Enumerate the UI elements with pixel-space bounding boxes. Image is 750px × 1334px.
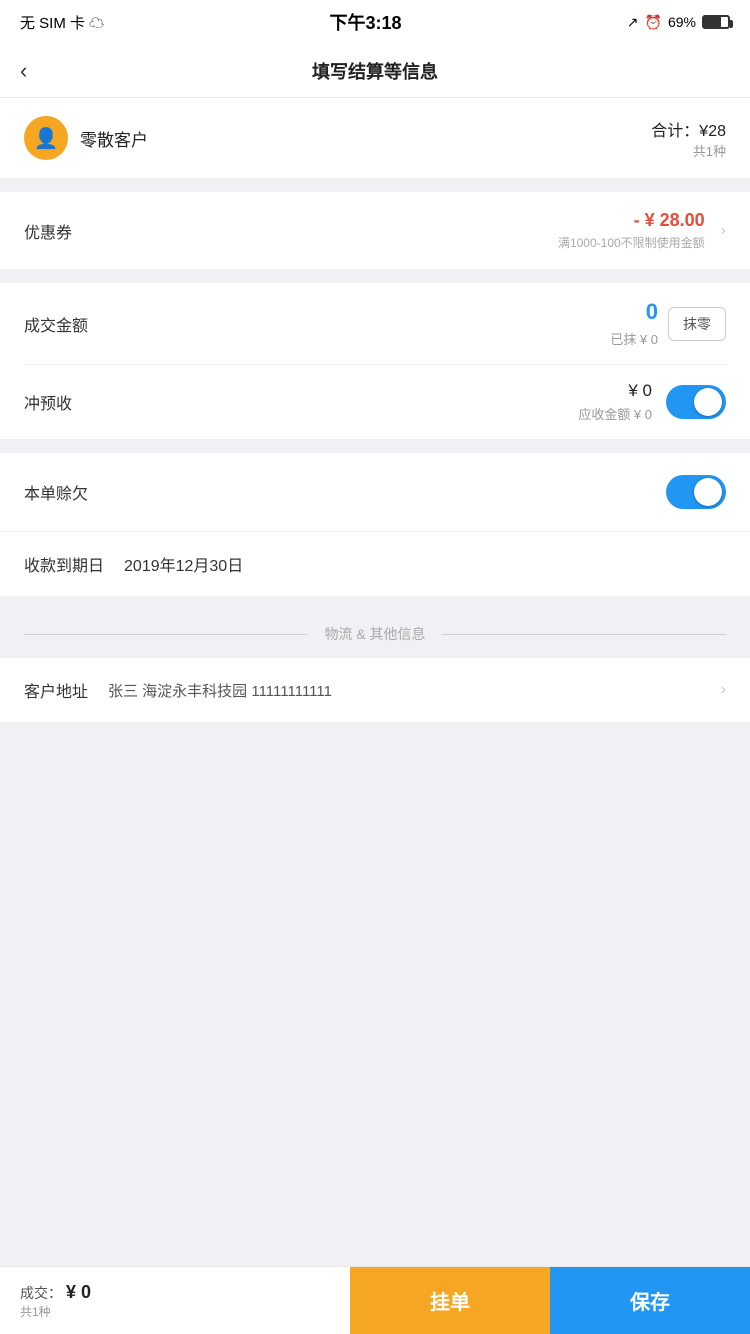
battery-label: 69% [668, 14, 696, 30]
coupon-right: - ¥ 28.00 满1000-100不限制使用金额 › [558, 210, 726, 251]
prepay-label: 冲预收 [24, 390, 72, 414]
coupon-label: 优惠券 [24, 219, 72, 243]
pending-button[interactable]: 挂单 [350, 1267, 550, 1334]
customer-info: 👤 零散客户 [24, 116, 148, 160]
divider-line-left [24, 634, 308, 635]
section-gap-4 [0, 596, 750, 610]
transaction-label: 成交金额 [24, 312, 88, 336]
bottom-spacer [0, 722, 750, 802]
coupon-discount: - ¥ 28.00 [634, 210, 705, 231]
toggle-knob [694, 388, 722, 416]
back-button[interactable]: ‹ [20, 58, 27, 84]
summary-count: 共1种 [20, 1303, 330, 1320]
address-label: 客户地址 [24, 678, 88, 702]
transaction-amount-row: 成交金额 0 已抹 ¥ 0 抹零 [24, 283, 726, 364]
address-chevron-icon: › [721, 681, 726, 699]
divider-line-right [442, 634, 726, 635]
due-label: 收款到期日 [24, 552, 104, 576]
summary-amount-row: 成交： ¥ 0 [20, 1282, 330, 1303]
sim-label: 无 SIM 卡 ☁ [20, 12, 104, 33]
prepay-row: 冲预收 ¥ 0 应收金额 ¥ 0 [24, 364, 726, 439]
alarm-icon: ⏰ [645, 14, 662, 31]
rounded-label: 已抹 ¥ 0 [610, 329, 658, 348]
location-icon: ↗ [627, 14, 639, 31]
transaction-right: 0 已抹 ¥ 0 抹零 [610, 299, 726, 348]
debt-toggle-knob [694, 478, 722, 506]
avatar-icon: 👤 [34, 126, 59, 151]
status-bar: 无 SIM 卡 ☁ 下午3:18 ↗ ⏰ 69% [0, 0, 750, 44]
status-left: 无 SIM 卡 ☁ [20, 12, 104, 33]
prepay-value-area: ¥ 0 应收金额 ¥ 0 [578, 381, 652, 423]
transaction-value[interactable]: 0 [646, 299, 658, 325]
amount-section: 成交金额 0 已抹 ¥ 0 抹零 冲预收 ¥ 0 应收金额 ¥ 0 [0, 283, 750, 439]
customer-row: 👤 零散客户 合计：¥28 共1种 [0, 98, 750, 178]
prepay-right-area: ¥ 0 应收金额 ¥ 0 [578, 381, 726, 423]
customer-total-area: 合计：¥28 共1种 [651, 117, 726, 160]
debt-toggle[interactable] [666, 475, 726, 509]
prepay-receivable: 应收金额 ¥ 0 [578, 404, 652, 423]
debt-label: 本单赊欠 [24, 480, 88, 504]
section-gap-3 [0, 439, 750, 453]
coupon-row[interactable]: 优惠券 - ¥ 28.00 满1000-100不限制使用金额 › [0, 192, 750, 269]
chevron-right-icon: › [721, 222, 726, 240]
customer-count: 共1种 [651, 141, 726, 160]
nav-bar: ‹ 填写结算等信息 [0, 44, 750, 98]
address-row[interactable]: 客户地址 张三 海淀永丰科技园 11111111111 › [0, 658, 750, 722]
logistics-divider: 物流 & 其他信息 [0, 610, 750, 658]
section-gap-1 [0, 178, 750, 192]
due-date-value: 2019年12月30日 [124, 552, 243, 576]
prepay-toggle[interactable] [666, 385, 726, 419]
round-zero-button[interactable]: 抹零 [668, 307, 726, 341]
bottom-bar: 成交： ¥ 0 共1种 挂单 保存 [0, 1266, 750, 1334]
prepay-amount: ¥ 0 [628, 381, 652, 401]
section-gap-2 [0, 269, 750, 283]
customer-name: 零散客户 [80, 126, 148, 151]
debt-row: 本单赊欠 [0, 453, 750, 531]
coupon-desc: 满1000-100不限制使用金额 [558, 234, 705, 251]
customer-total: 合计：¥28 [651, 117, 726, 141]
due-date-row: 收款到期日 2019年12月30日 [0, 531, 750, 596]
address-value: 张三 海淀永丰科技园 11111111111 [108, 680, 715, 701]
logistics-label: 物流 & 其他信息 [324, 624, 425, 644]
bottom-summary: 成交： ¥ 0 共1种 [0, 1282, 350, 1320]
coupon-value-area: - ¥ 28.00 满1000-100不限制使用金额 [558, 210, 705, 251]
summary-label: 成交： [20, 1283, 62, 1303]
status-time: 下午3:18 [329, 9, 401, 35]
amount-value-area: 0 已抹 ¥ 0 [610, 299, 658, 348]
customer-avatar: 👤 [24, 116, 68, 160]
battery-icon [702, 15, 730, 29]
status-right: ↗ ⏰ 69% [627, 14, 730, 31]
summary-amount: ¥ 0 [66, 1282, 91, 1303]
save-button[interactable]: 保存 [550, 1267, 750, 1334]
page-title: 填写结算等信息 [312, 58, 438, 84]
